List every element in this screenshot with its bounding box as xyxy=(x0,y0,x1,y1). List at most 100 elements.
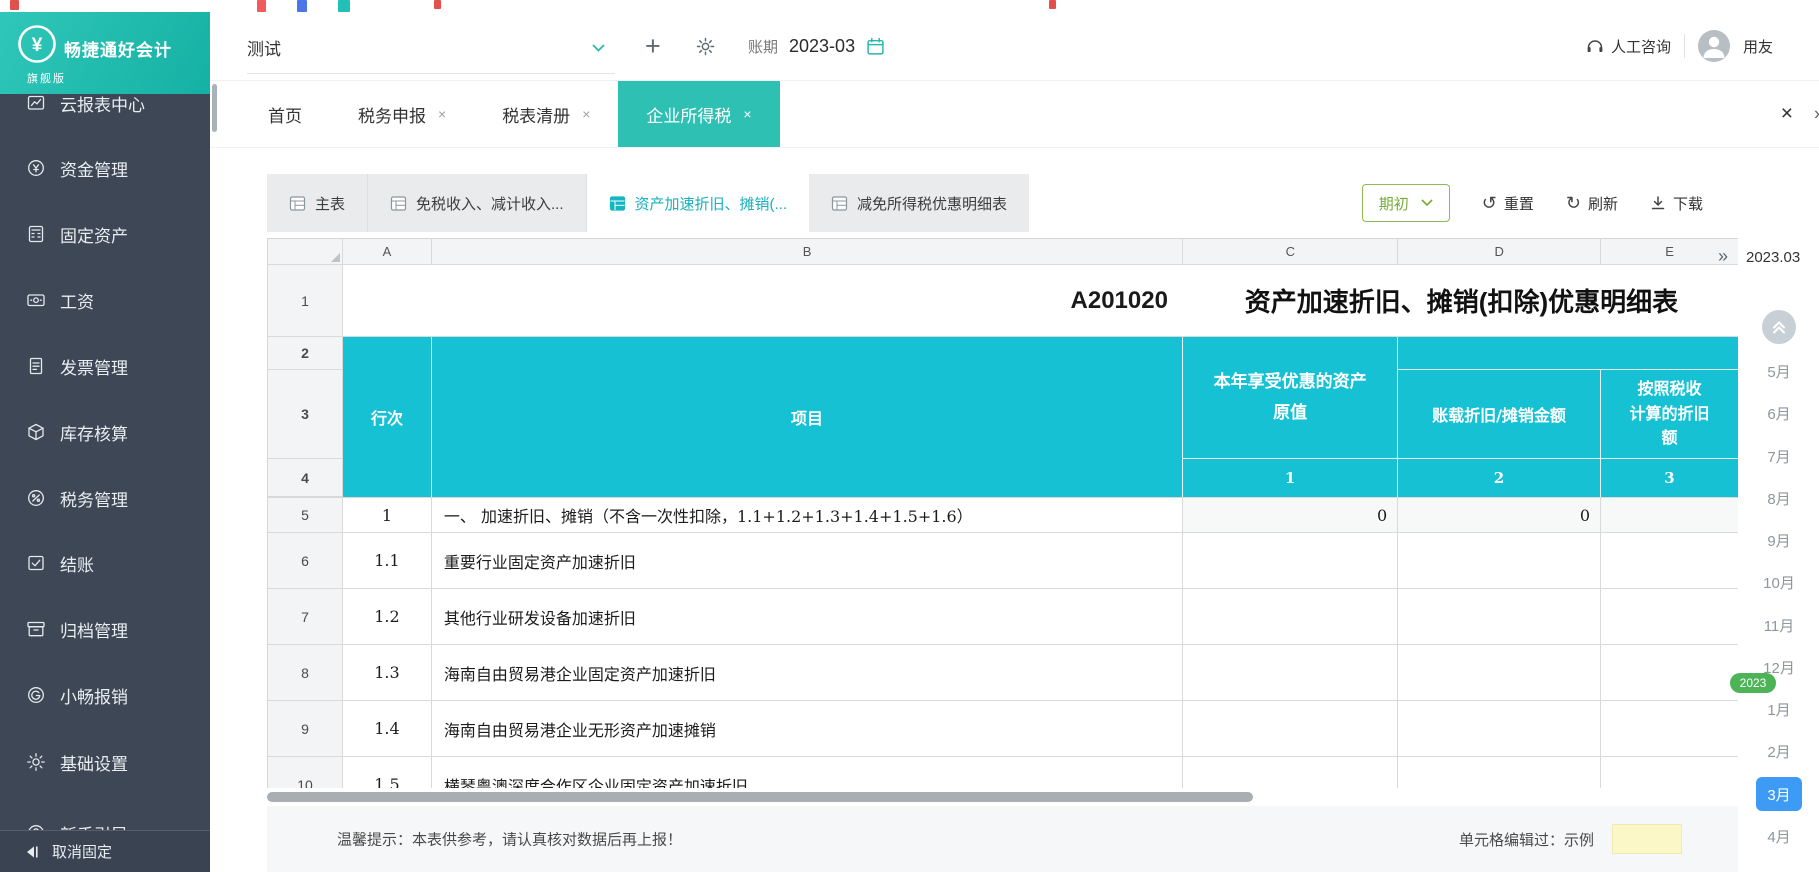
tab-corporate-income-tax[interactable]: 企业所得税 × xyxy=(618,81,780,147)
sidebar-item-invoices[interactable]: 发票管理 xyxy=(0,333,210,399)
month-2[interactable]: 2月 xyxy=(1756,734,1802,768)
cell-value[interactable] xyxy=(1601,757,1738,788)
subtab-main-table[interactable]: 主表 xyxy=(267,174,369,232)
cell-line[interactable]: 1.3 xyxy=(342,645,432,701)
account-select[interactable]: 测试 xyxy=(247,22,615,74)
row-header-8[interactable]: 8 xyxy=(268,645,343,701)
month-8[interactable]: 8月 xyxy=(1756,481,1802,515)
period-picker[interactable]: 账期 2023-03 xyxy=(748,12,885,80)
tabs-close-button[interactable]: × xyxy=(1781,102,1793,126)
row-header-4[interactable]: 4 xyxy=(268,459,343,497)
month-5[interactable]: 5月 xyxy=(1756,354,1802,388)
user-avatar[interactable] xyxy=(1697,30,1730,62)
account-settings-button[interactable] xyxy=(696,12,715,80)
tabs-overflow-icon[interactable]: » xyxy=(1814,104,1819,125)
subtab-tax-reduction-detail[interactable]: 减免所得税优惠明细表 xyxy=(809,174,1029,232)
cell-value[interactable] xyxy=(1183,645,1399,701)
close-icon[interactable]: × xyxy=(582,106,590,122)
sidebar-item-cloud-reports[interactable]: 云报表中心 xyxy=(0,70,210,136)
sidebar-item-fixed-assets[interactable]: 固定资产 xyxy=(0,201,210,267)
select-all-corner[interactable] xyxy=(268,239,343,265)
add-account-button[interactable]: + xyxy=(645,12,661,80)
month-9[interactable]: 9月 xyxy=(1756,523,1802,557)
row-header-2[interactable]: 2 xyxy=(268,337,343,370)
cell-value[interactable] xyxy=(1601,645,1738,701)
cell-line[interactable]: 1 xyxy=(342,498,432,533)
month-1[interactable]: 1月 xyxy=(1756,692,1802,726)
cell-value[interactable] xyxy=(1398,589,1602,645)
reset-button[interactable]: ↺ 重置 xyxy=(1482,193,1534,214)
close-icon[interactable]: × xyxy=(743,106,751,122)
row-header-1[interactable]: 1 xyxy=(268,265,343,337)
row-header-6[interactable]: 6 xyxy=(268,533,343,589)
user-name[interactable]: 用友 xyxy=(1743,36,1773,57)
cell-item[interactable]: 重要行业固定资产加速折旧 xyxy=(431,533,1184,589)
cell-item[interactable]: 一、 加速折旧、摊销（不含一次性扣除，1.1+1.2+1.3+1.4+1.5+1… xyxy=(431,498,1184,533)
sidebar-scrollbar[interactable] xyxy=(212,84,217,132)
row-header-9[interactable]: 9 xyxy=(268,701,343,757)
cell-value[interactable] xyxy=(1398,533,1602,589)
column-header-d[interactable]: D xyxy=(1398,239,1602,265)
cell-value[interactable] xyxy=(1183,757,1399,788)
row-header-5[interactable]: 5 xyxy=(268,498,343,533)
legend-label: 单元格编辑过： xyxy=(1458,831,1564,849)
cell-item[interactable]: 海南自由贸易港企业无形资产加速摊销 xyxy=(431,701,1184,757)
form-code: A201020 xyxy=(1070,286,1168,314)
unpin-button[interactable]: 取消固定 xyxy=(0,830,210,872)
cell-line[interactable]: 1.5 xyxy=(343,757,432,788)
scroll-up-button[interactable] xyxy=(1762,310,1796,344)
sidebar-item-tax[interactable]: 税务管理 xyxy=(0,465,210,531)
row-header-3[interactable]: 3 xyxy=(268,370,343,459)
cell-value[interactable] xyxy=(1398,757,1602,788)
sidebar-item-inventory[interactable]: 库存核算 xyxy=(0,399,210,465)
month-4[interactable]: 4月 xyxy=(1756,819,1802,853)
sidebar-item-funds[interactable]: 资金管理 xyxy=(0,135,210,201)
row-header-10[interactable]: 10 xyxy=(268,757,343,788)
cell-line[interactable]: 1.2 xyxy=(342,589,432,645)
cell-item[interactable]: 横琴粤澳深度合作区企业固定资产加速折旧 xyxy=(432,757,1184,788)
subtab-accelerated-depreciation[interactable]: 资产加速折旧、摊销(... xyxy=(586,174,810,232)
month-11[interactable]: 11月 xyxy=(1756,608,1802,642)
support-button[interactable]: 人工咨询 xyxy=(1586,36,1671,57)
tab-tax-register[interactable]: 税表清册 × xyxy=(474,81,618,147)
cell-value[interactable] xyxy=(1601,589,1738,645)
cell-value[interactable] xyxy=(1601,533,1738,589)
column-header-b[interactable]: B xyxy=(431,239,1184,265)
tab-home[interactable]: 首页 xyxy=(240,81,330,147)
cell-line[interactable]: 1.4 xyxy=(342,701,432,757)
sidebar-item-reimburse[interactable]: 小畅报销 xyxy=(0,662,210,728)
period-filter-button[interactable]: 期初 xyxy=(1361,184,1450,222)
refresh-button[interactable]: ↻ 刷新 xyxy=(1566,193,1618,214)
collapse-panel-icon[interactable]: » xyxy=(1718,246,1728,267)
close-icon[interactable]: × xyxy=(438,106,446,122)
title-row-body: A201020 资产加速折旧、摊销(扣除)优惠明细表 xyxy=(342,265,1738,337)
cell-value[interactable] xyxy=(1601,701,1738,757)
download-button[interactable]: 下载 xyxy=(1650,193,1703,214)
cell-item[interactable]: 海南自由贸易港企业固定资产加速折旧 xyxy=(431,645,1184,701)
sidebar-item-settings[interactable]: 基础设置 xyxy=(0,729,210,795)
tab-tax-filing[interactable]: 税务申报 × xyxy=(330,81,474,147)
cell-value[interactable]: 0 xyxy=(1183,498,1399,533)
subtab-taxfree-income[interactable]: 免税收入、减计收入... xyxy=(368,174,587,232)
cell-value[interactable] xyxy=(1183,701,1399,757)
column-header-a[interactable]: A xyxy=(342,239,432,265)
month-7[interactable]: 7月 xyxy=(1756,439,1802,473)
row-header-7[interactable]: 7 xyxy=(268,589,343,645)
month-3[interactable]: 3月 xyxy=(1756,777,1802,811)
cell-line[interactable]: 1.1 xyxy=(342,533,432,589)
cell-value[interactable] xyxy=(1398,645,1602,701)
cell-value[interactable] xyxy=(1183,589,1399,645)
month-10[interactable]: 10月 xyxy=(1756,565,1802,599)
column-header-c[interactable]: C xyxy=(1183,239,1399,265)
cell-value[interactable] xyxy=(1398,701,1602,757)
cell-value[interactable]: 0 xyxy=(1398,498,1602,533)
sidebar-item-archive[interactable]: 归档管理 xyxy=(0,596,210,662)
cell-item[interactable]: 其他行业研发设备加速折旧 xyxy=(431,589,1184,645)
sidebar-item-salary[interactable]: 工资 xyxy=(0,267,210,333)
sidebar-item-closing[interactable]: 结账 xyxy=(0,530,210,596)
cell-value[interactable] xyxy=(1183,533,1399,589)
cell-value[interactable] xyxy=(1601,498,1738,533)
month-6[interactable]: 6月 xyxy=(1756,396,1802,430)
horizontal-scrollbar[interactable] xyxy=(267,792,1253,802)
bookmark-favicon xyxy=(434,0,441,9)
